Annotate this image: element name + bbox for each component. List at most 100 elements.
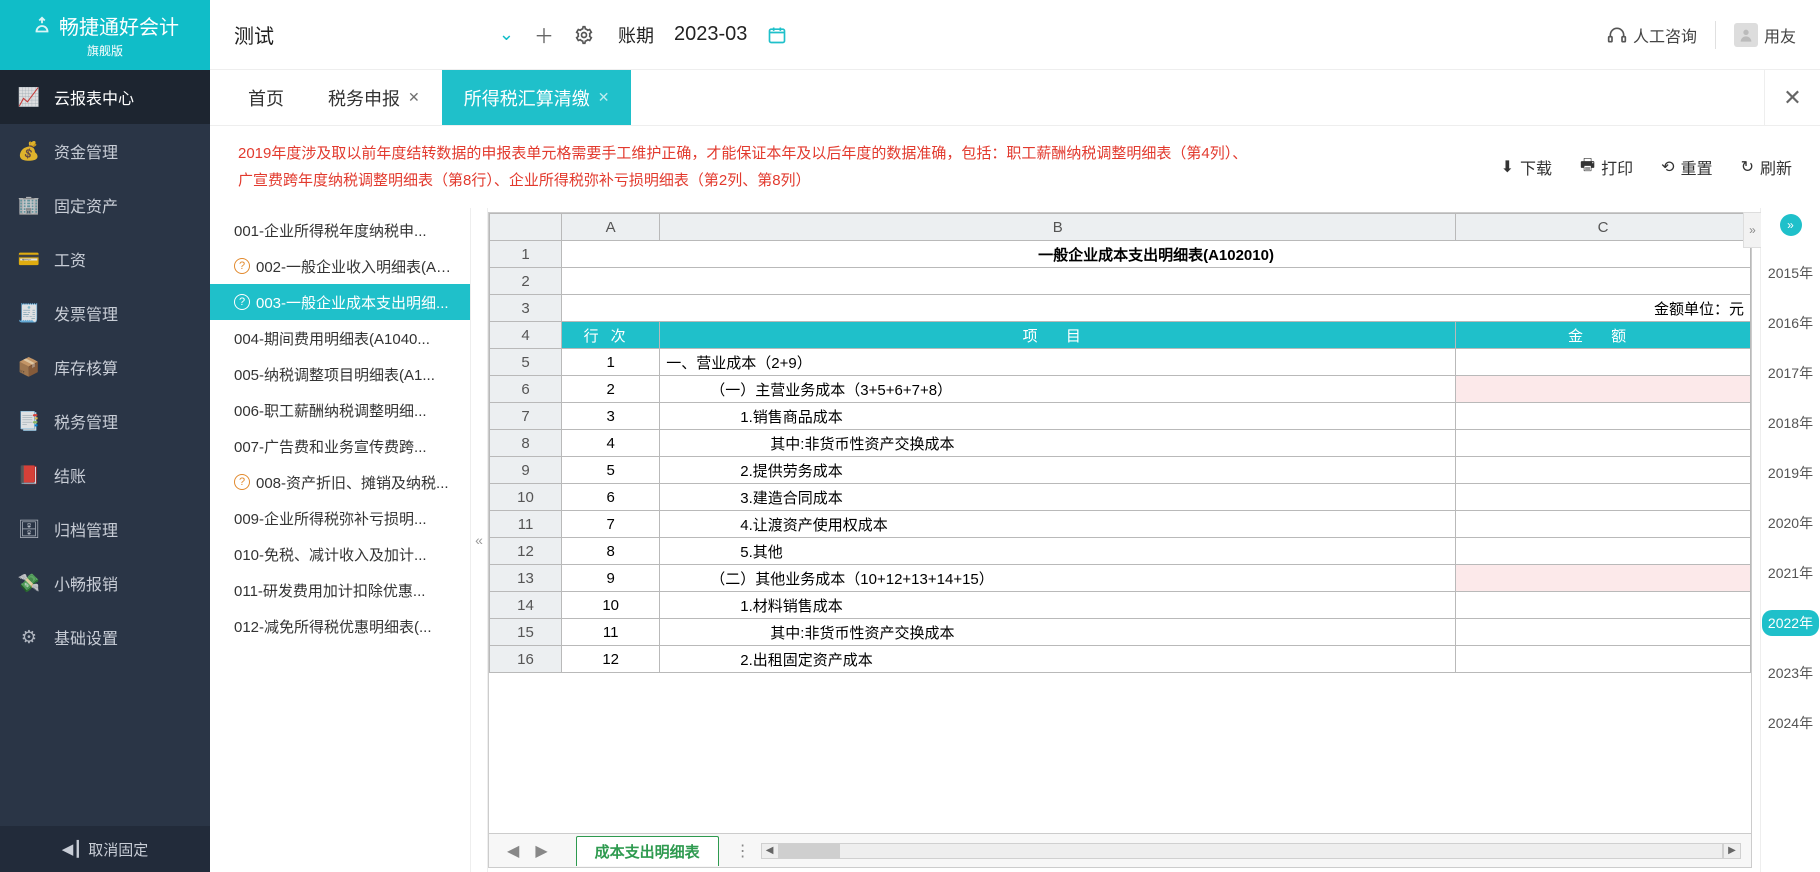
year-2020年[interactable]: 2020年 <box>1762 510 1819 536</box>
support-button[interactable]: 人工咨询 <box>1607 23 1697 47</box>
expand-right-icon[interactable]: » <box>1743 212 1761 248</box>
cell-seq[interactable]: 7 <box>562 511 660 538</box>
sidebar-item-9[interactable]: 💸小畅报销 <box>0 556 210 610</box>
year-2024年[interactable]: 2024年 <box>1762 710 1819 736</box>
row-header[interactable]: 10 <box>490 484 562 511</box>
cell-amount[interactable] <box>1456 349 1751 376</box>
cell-seq[interactable]: 9 <box>562 565 660 592</box>
sidebar-item-3[interactable]: 💳工资 <box>0 232 210 286</box>
cell-item[interactable]: （二）其他业务成本（10+12+13+14+15） <box>660 565 1456 592</box>
row-header[interactable]: 16 <box>490 646 562 673</box>
cell-amount[interactable] <box>1456 457 1751 484</box>
close-icon[interactable]: ✕ <box>408 89 420 106</box>
cell-seq[interactable]: 4 <box>562 430 660 457</box>
close-icon[interactable]: ✕ <box>598 89 610 106</box>
tab-1[interactable]: 税务申报✕ <box>306 70 442 125</box>
col-header-b[interactable]: B <box>660 214 1456 241</box>
cell-amount[interactable] <box>1456 565 1751 592</box>
year-2019年[interactable]: 2019年 <box>1762 460 1819 486</box>
row-header[interactable]: 13 <box>490 565 562 592</box>
col-header-a[interactable]: A <box>562 214 660 241</box>
download-button[interactable]: ⬇下载 <box>1501 154 1552 181</box>
sidebar-item-4[interactable]: 🧾发票管理 <box>0 286 210 340</box>
cell-seq[interactable]: 10 <box>562 592 660 619</box>
sidebar-item-10[interactable]: ⚙基础设置 <box>0 610 210 664</box>
form-item-1[interactable]: ?002-一般企业收入明细表(A1... <box>210 248 470 284</box>
cell-seq[interactable]: 12 <box>562 646 660 673</box>
cell-amount[interactable] <box>1456 592 1751 619</box>
form-item-9[interactable]: 010-免税、减计收入及加计... <box>210 536 470 572</box>
row-header[interactable]: 14 <box>490 592 562 619</box>
form-item-0[interactable]: 001-企业所得税年度纳税申... <box>210 212 470 248</box>
form-item-7[interactable]: ?008-资产折旧、摊销及纳税... <box>210 464 470 500</box>
form-item-8[interactable]: 009-企业所得税弥补亏损明... <box>210 500 470 536</box>
cell-amount[interactable] <box>1456 538 1751 565</box>
cell-seq[interactable]: 1 <box>562 349 660 376</box>
sidebar-item-2[interactable]: 🏢固定资产 <box>0 178 210 232</box>
row-header[interactable]: 2 <box>490 268 562 295</box>
grid-scroll[interactable]: A B C 1 一般企业成本支出明细表(A102010) 2 3 金额单位：元 <box>489 213 1751 833</box>
form-item-2[interactable]: ?003-一般企业成本支出明细... <box>210 284 470 320</box>
sidebar-unpin[interactable]: ◀┃ 取消固定 <box>0 826 210 872</box>
year-2015年[interactable]: 2015年 <box>1762 260 1819 286</box>
cell-item[interactable]: 5.其他 <box>660 538 1456 565</box>
form-item-10[interactable]: 011-研发费用加计扣除优惠... <box>210 572 470 608</box>
form-item-11[interactable]: 012-减免所得税优惠明细表(... <box>210 608 470 644</box>
horizontal-scrollbar[interactable]: ◀ ▶ <box>761 843 1741 859</box>
row-header[interactable]: 15 <box>490 619 562 646</box>
cell-item[interactable]: 其中:非货币性资产交换成本 <box>660 430 1456 457</box>
row-header[interactable]: 6 <box>490 376 562 403</box>
cell-item[interactable]: 3.建造合同成本 <box>660 484 1456 511</box>
calendar-icon[interactable] <box>767 25 787 45</box>
row-header[interactable]: 5 <box>490 349 562 376</box>
cell-amount[interactable] <box>1456 646 1751 673</box>
year-2023年[interactable]: 2023年 <box>1762 660 1819 686</box>
refresh-button[interactable]: ↻刷新 <box>1741 154 1792 181</box>
cell-seq[interactable]: 11 <box>562 619 660 646</box>
reset-button[interactable]: ⟲重置 <box>1661 154 1712 181</box>
form-item-3[interactable]: 004-期间费用明细表(A1040... <box>210 320 470 356</box>
cell-item[interactable]: 一、营业成本（2+9） <box>660 349 1456 376</box>
sidebar-item-7[interactable]: 📕结账 <box>0 448 210 502</box>
row-header[interactable]: 12 <box>490 538 562 565</box>
cell-seq[interactable]: 6 <box>562 484 660 511</box>
tabs-close-all[interactable]: ✕ <box>1764 70 1820 125</box>
tab-0[interactable]: 首页 <box>226 70 306 125</box>
tab-2[interactable]: 所得税汇算清缴✕ <box>442 70 632 125</box>
year-2016年[interactable]: 2016年 <box>1762 310 1819 336</box>
cell-item[interactable]: 1.材料销售成本 <box>660 592 1456 619</box>
add-icon[interactable]: ＋ <box>534 20 554 49</box>
cell-item[interactable]: 1.销售商品成本 <box>660 403 1456 430</box>
year-2017年[interactable]: 2017年 <box>1762 360 1819 386</box>
collapse-left-icon[interactable]: « <box>470 208 488 872</box>
gear-icon[interactable] <box>574 25 594 45</box>
cell-seq[interactable]: 8 <box>562 538 660 565</box>
year-2018年[interactable]: 2018年 <box>1762 410 1819 436</box>
print-button[interactable]: 🖶打印 <box>1580 154 1633 181</box>
cell-amount[interactable] <box>1456 403 1751 430</box>
sidebar-item-1[interactable]: 💰资金管理 <box>0 124 210 178</box>
scroll-left-icon[interactable]: ◀ <box>761 843 779 859</box>
sheet-tab-more-icon[interactable]: ⋮ <box>735 841 751 861</box>
year-2021年[interactable]: 2021年 <box>1762 560 1819 586</box>
sheet-tab[interactable]: 成本支出明细表 <box>576 836 719 866</box>
period-value[interactable]: 2023-03 <box>674 23 747 46</box>
col-header-c[interactable]: C <box>1456 214 1751 241</box>
sheet-prev-icon[interactable]: ◀ <box>507 841 519 861</box>
sidebar-item-8[interactable]: 🗄归档管理 <box>0 502 210 556</box>
cell-item[interactable]: 2.提供劳务成本 <box>660 457 1456 484</box>
scroll-thumb[interactable] <box>780 844 840 858</box>
form-item-6[interactable]: 007-广告费和业务宣传费跨... <box>210 428 470 464</box>
scroll-right-icon[interactable]: ▶ <box>1723 843 1741 859</box>
user-menu[interactable]: 用友 <box>1734 23 1796 47</box>
cell-item[interactable]: （一）主营业务成本（3+5+6+7+8） <box>660 376 1456 403</box>
cell-seq[interactable]: 3 <box>562 403 660 430</box>
cell-amount[interactable] <box>1456 376 1751 403</box>
row-header[interactable]: 8 <box>490 430 562 457</box>
row-header[interactable]: 11 <box>490 511 562 538</box>
cell-seq[interactable]: 5 <box>562 457 660 484</box>
form-item-4[interactable]: 005-纳税调整项目明细表(A1... <box>210 356 470 392</box>
cell-amount[interactable] <box>1456 619 1751 646</box>
row-header[interactable]: 3 <box>490 295 562 322</box>
row-header[interactable]: 4 <box>490 322 562 349</box>
